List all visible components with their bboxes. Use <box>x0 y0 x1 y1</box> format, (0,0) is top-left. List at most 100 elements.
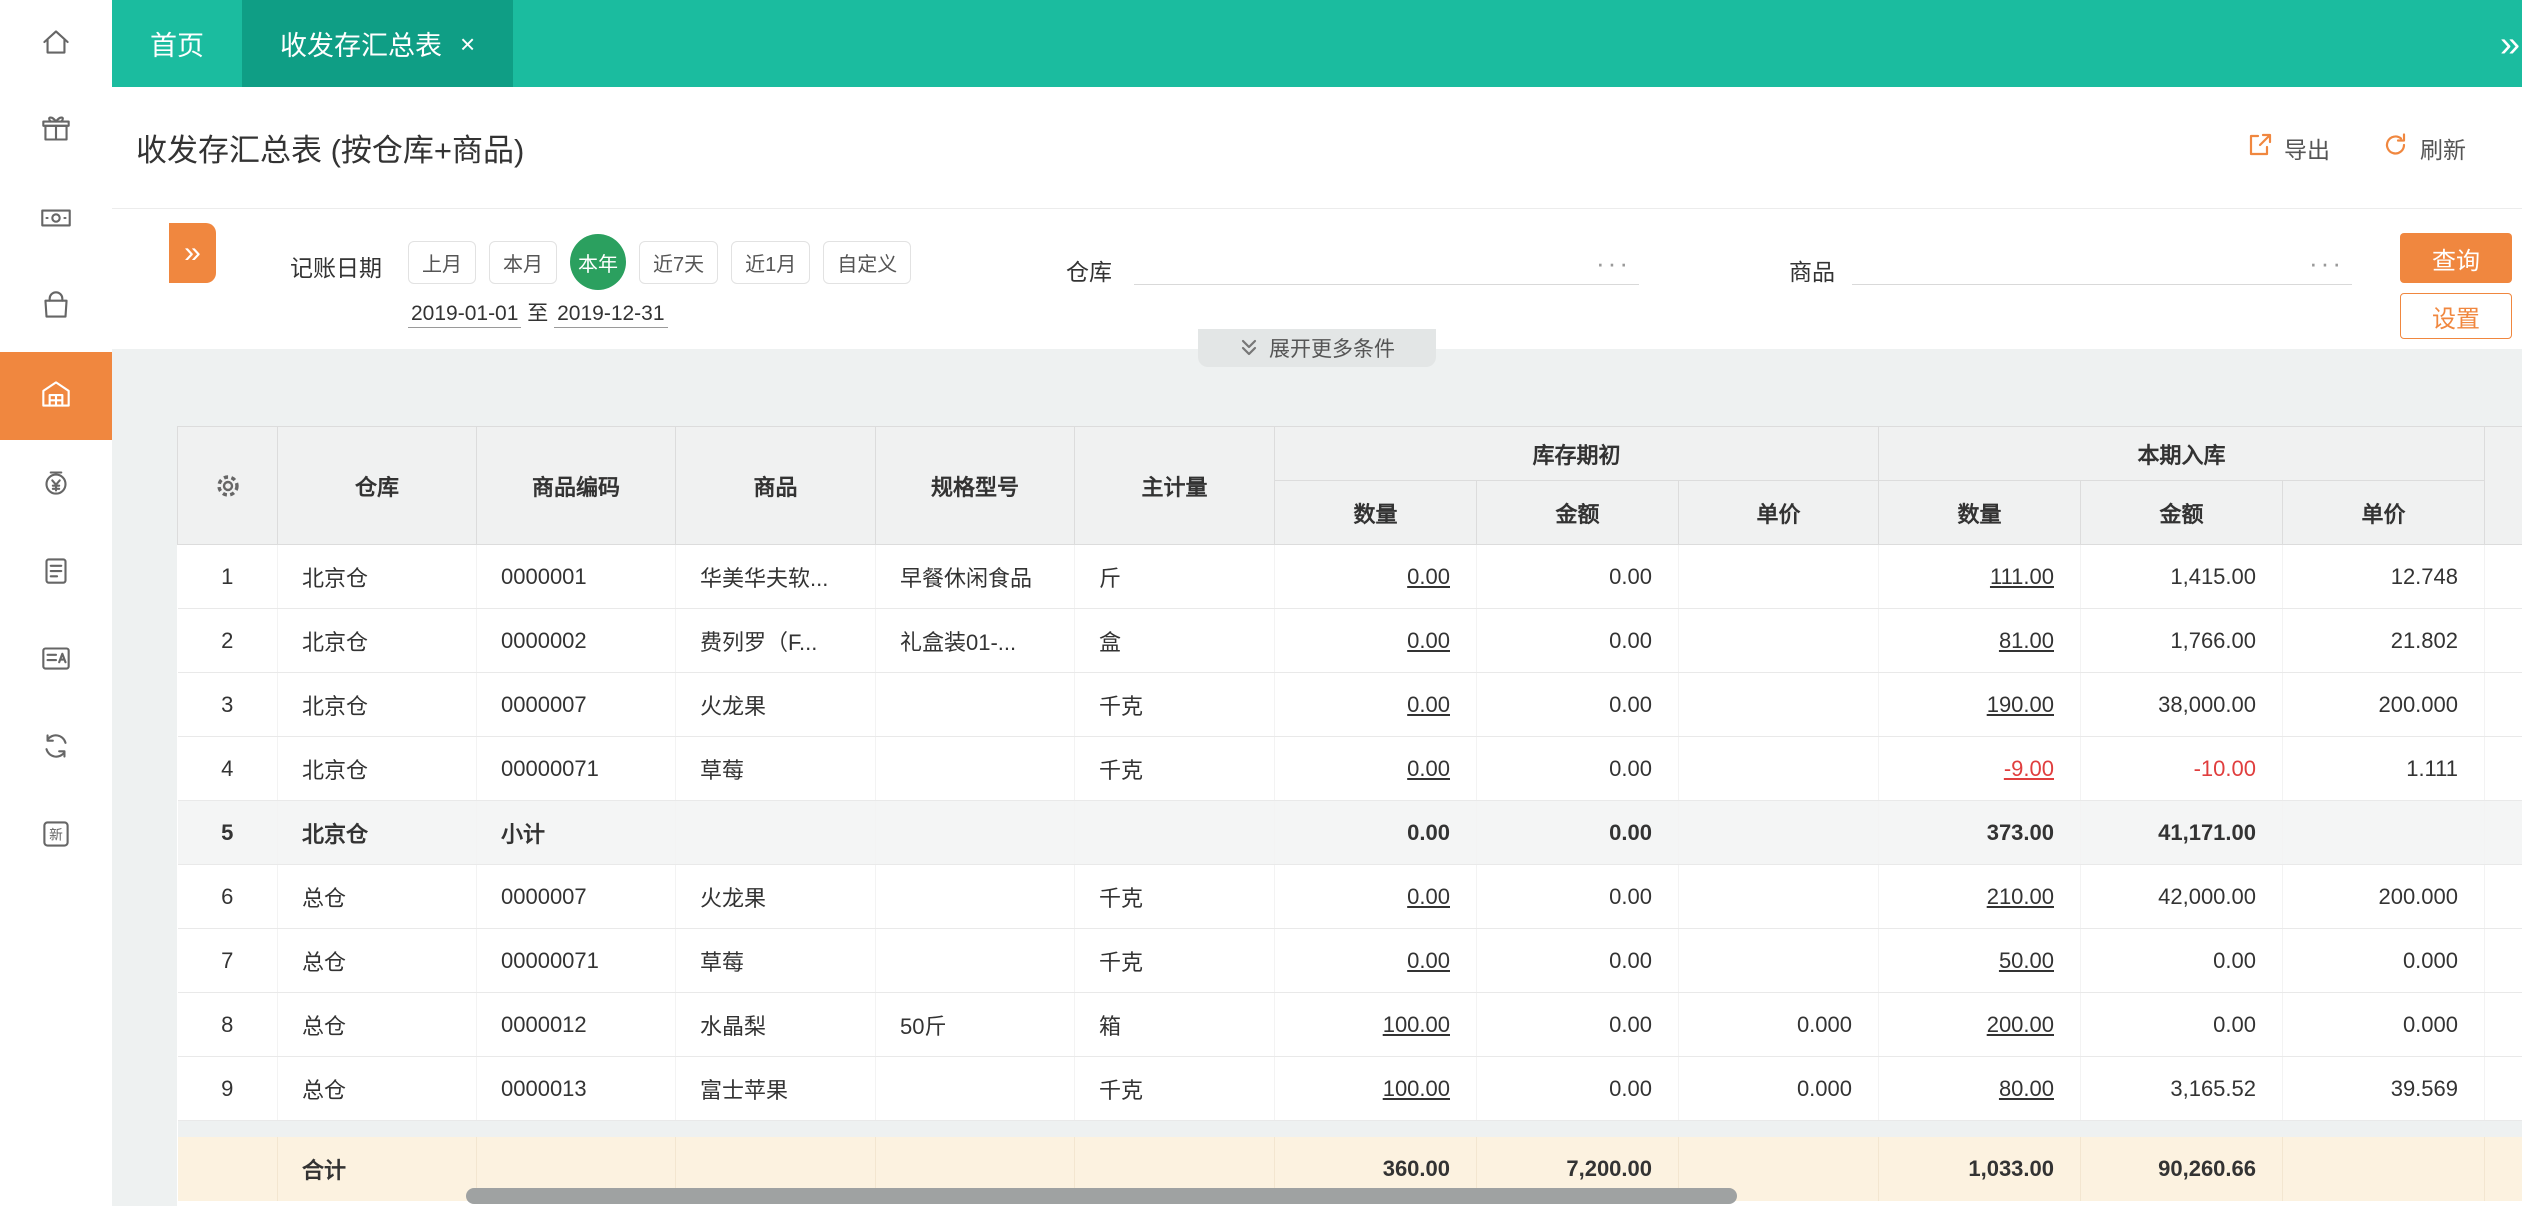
refresh-button[interactable]: 刷新 <box>2382 131 2466 165</box>
cell-in-price: 12.748 <box>2282 544 2485 609</box>
cell-begin-amount: 0.00 <box>1476 864 1679 929</box>
cell-unit <box>1074 800 1275 865</box>
cell-in-qty-link[interactable]: 190.00 <box>1987 692 2054 717</box>
date-quick-options: 上月 本月 本年 近7天 近1月 自定义 <box>408 233 912 291</box>
table-row-subtotal: 5 北京仓 小计 0.00 0.00 373.00 41,171.00 <box>177 800 2522 865</box>
cell-in-qty: 373.00 <box>1878 800 2081 865</box>
cell-in-amount: 3,165.52 <box>2080 1056 2283 1121</box>
cell-in-amount: 1,415.00 <box>2080 544 2283 609</box>
date-filter-label: 记账日期 <box>290 255 382 281</box>
pill-last-1-month[interactable]: 近1月 <box>731 240 811 284</box>
settings-button[interactable]: 设置 <box>2400 293 2512 339</box>
cell-product: 火龙果 <box>675 864 876 929</box>
col-header-extra <box>2484 426 2522 545</box>
collapse-flag-icon[interactable]: » <box>169 223 216 283</box>
sidebar-item-new[interactable]: 新 <box>0 792 112 880</box>
col-header-in-price: 单价 <box>2282 480 2485 545</box>
cell-in-price: 200.000 <box>2282 864 2485 929</box>
product-picker-icon[interactable]: ··· <box>2309 250 2344 276</box>
cell-begin-qty-link[interactable]: 0.00 <box>1407 628 1450 653</box>
cell-begin-qty-link[interactable]: 0.00 <box>1407 692 1450 717</box>
sidebar-item-clipboard[interactable] <box>0 528 112 616</box>
cell-extra <box>2484 1056 2522 1121</box>
expand-more-conditions-button[interactable]: 展开更多条件 <box>1198 329 1436 367</box>
cell-begin-qty: 0.00 <box>1274 800 1477 865</box>
summary-table-panel: 仓库 商品编码 商品 规格型号 主计量 库存期初 本期入库 数量 金额 单价 数… <box>177 426 2522 1206</box>
cell-begin-qty: 100.00 <box>1274 992 1477 1057</box>
query-button[interactable]: 查询 <box>2400 233 2512 283</box>
cell-begin-qty-link[interactable]: 0.00 <box>1407 948 1450 973</box>
table-spacer <box>177 1120 2522 1137</box>
tab-summary[interactable]: 收发存汇总表 × <box>242 0 514 87</box>
cell-in-qty-link[interactable]: 111.00 <box>1990 564 2054 589</box>
cell-extra <box>2484 928 2522 993</box>
export-button[interactable]: 导出 <box>2246 131 2330 165</box>
cell-extra <box>2484 736 2522 801</box>
tab-home[interactable]: 首页 <box>112 0 242 87</box>
row-index: 7 <box>177 928 278 993</box>
cell-in-amount: 38,000.00 <box>2080 672 2283 737</box>
export-label: 导出 <box>2284 136 2330 163</box>
cell-begin-qty-link[interactable]: 0.00 <box>1407 884 1450 909</box>
warehouse-filter-label: 仓库 <box>1066 259 1112 285</box>
cell-begin-qty-link[interactable]: 100.00 <box>1383 1076 1450 1101</box>
cell-begin-price <box>1678 544 1879 609</box>
sidebar-item-document[interactable] <box>0 616 112 704</box>
cell-begin-amount: 0.00 <box>1476 544 1679 609</box>
cell-begin-amount: 0.00 <box>1476 1056 1679 1121</box>
date-end-input[interactable]: 2019-12-31 <box>554 302 668 328</box>
warehouse-picker-icon[interactable]: ··· <box>1596 250 1631 276</box>
sync-icon <box>37 727 75 770</box>
pill-this-year-selected[interactable]: 本年 <box>570 234 626 290</box>
cell-code: 0000007 <box>476 672 676 737</box>
cell-unit: 千克 <box>1074 928 1275 993</box>
cell-begin-qty: 0.00 <box>1274 736 1477 801</box>
cell-begin-qty-link[interactable]: 0.00 <box>1407 564 1450 589</box>
cell-in-qty-link[interactable]: 200.00 <box>1987 1012 2054 1037</box>
cell-in-qty-link[interactable]: 50.00 <box>1999 948 2054 973</box>
cell-begin-qty: 0.00 <box>1274 672 1477 737</box>
cell-warehouse: 北京仓 <box>277 736 477 801</box>
pill-last-7-days[interactable]: 近7天 <box>639 240 719 284</box>
sidebar-item-bag[interactable] <box>0 264 112 352</box>
cell-in-amount: 41,171.00 <box>2080 800 2283 865</box>
pill-last-month[interactable]: 上月 <box>408 240 476 284</box>
sidebar-item-home[interactable] <box>0 0 112 88</box>
warehouse-input[interactable]: ··· <box>1134 237 1639 285</box>
table-row: 7 总仓 00000071 草莓 千克 0.00 0.00 50.00 0.00 0.000 <box>177 928 2522 993</box>
cell-begin-qty-link[interactable]: 100.00 <box>1383 1012 1450 1037</box>
cell-in-qty-link[interactable]: 81.00 <box>1999 628 2054 653</box>
tabbar-overflow-icon[interactable]: » <box>2500 23 2520 65</box>
date-start-input[interactable]: 2019-01-01 <box>408 302 522 328</box>
row-index: 4 <box>177 736 278 801</box>
sidebar: 新 <box>0 0 112 1206</box>
group-header-inbound: 本期入库 <box>1878 426 2485 481</box>
column-settings-gear-icon[interactable] <box>177 426 278 545</box>
row-index: 9 <box>177 1056 278 1121</box>
horizontal-scrollbar-track[interactable] <box>177 1188 2516 1204</box>
cell-extra <box>2484 800 2522 865</box>
cell-begin-qty-link[interactable]: 0.00 <box>1407 756 1450 781</box>
sidebar-item-gift[interactable] <box>0 88 112 176</box>
row-index: 2 <box>177 608 278 673</box>
horizontal-scrollbar-thumb[interactable] <box>466 1188 1737 1204</box>
cell-begin-amount: 0.00 <box>1476 672 1679 737</box>
sidebar-item-money[interactable] <box>0 440 112 528</box>
cell-in-qty-link[interactable]: -9.00 <box>2004 756 2054 781</box>
cell-in-price: 0.000 <box>2282 992 2485 1057</box>
tab-close-icon[interactable]: × <box>460 31 475 57</box>
summary-table: 仓库 商品编码 商品 规格型号 主计量 库存期初 本期入库 数量 金额 单价 数… <box>177 426 2522 1201</box>
table-row: 6 总仓 0000007 火龙果 千克 0.00 0.00 210.00 42,000.00 20… <box>177 864 2522 929</box>
sidebar-item-warehouse[interactable] <box>0 352 112 440</box>
cell-in-qty-link[interactable]: 210.00 <box>1987 884 2054 909</box>
pill-custom[interactable]: 自定义 <box>823 240 912 284</box>
sidebar-item-transfer[interactable] <box>0 176 112 264</box>
cell-in-qty-link[interactable]: 80.00 <box>1999 1076 2054 1101</box>
cell-product: 草莓 <box>675 736 876 801</box>
cell-code: 0000013 <box>476 1056 676 1121</box>
pill-this-month[interactable]: 本月 <box>489 240 557 284</box>
cell-extra <box>2484 992 2522 1057</box>
product-input[interactable]: ··· <box>1852 237 2352 285</box>
sidebar-item-sync[interactable] <box>0 704 112 792</box>
cell-begin-price <box>1678 928 1879 993</box>
